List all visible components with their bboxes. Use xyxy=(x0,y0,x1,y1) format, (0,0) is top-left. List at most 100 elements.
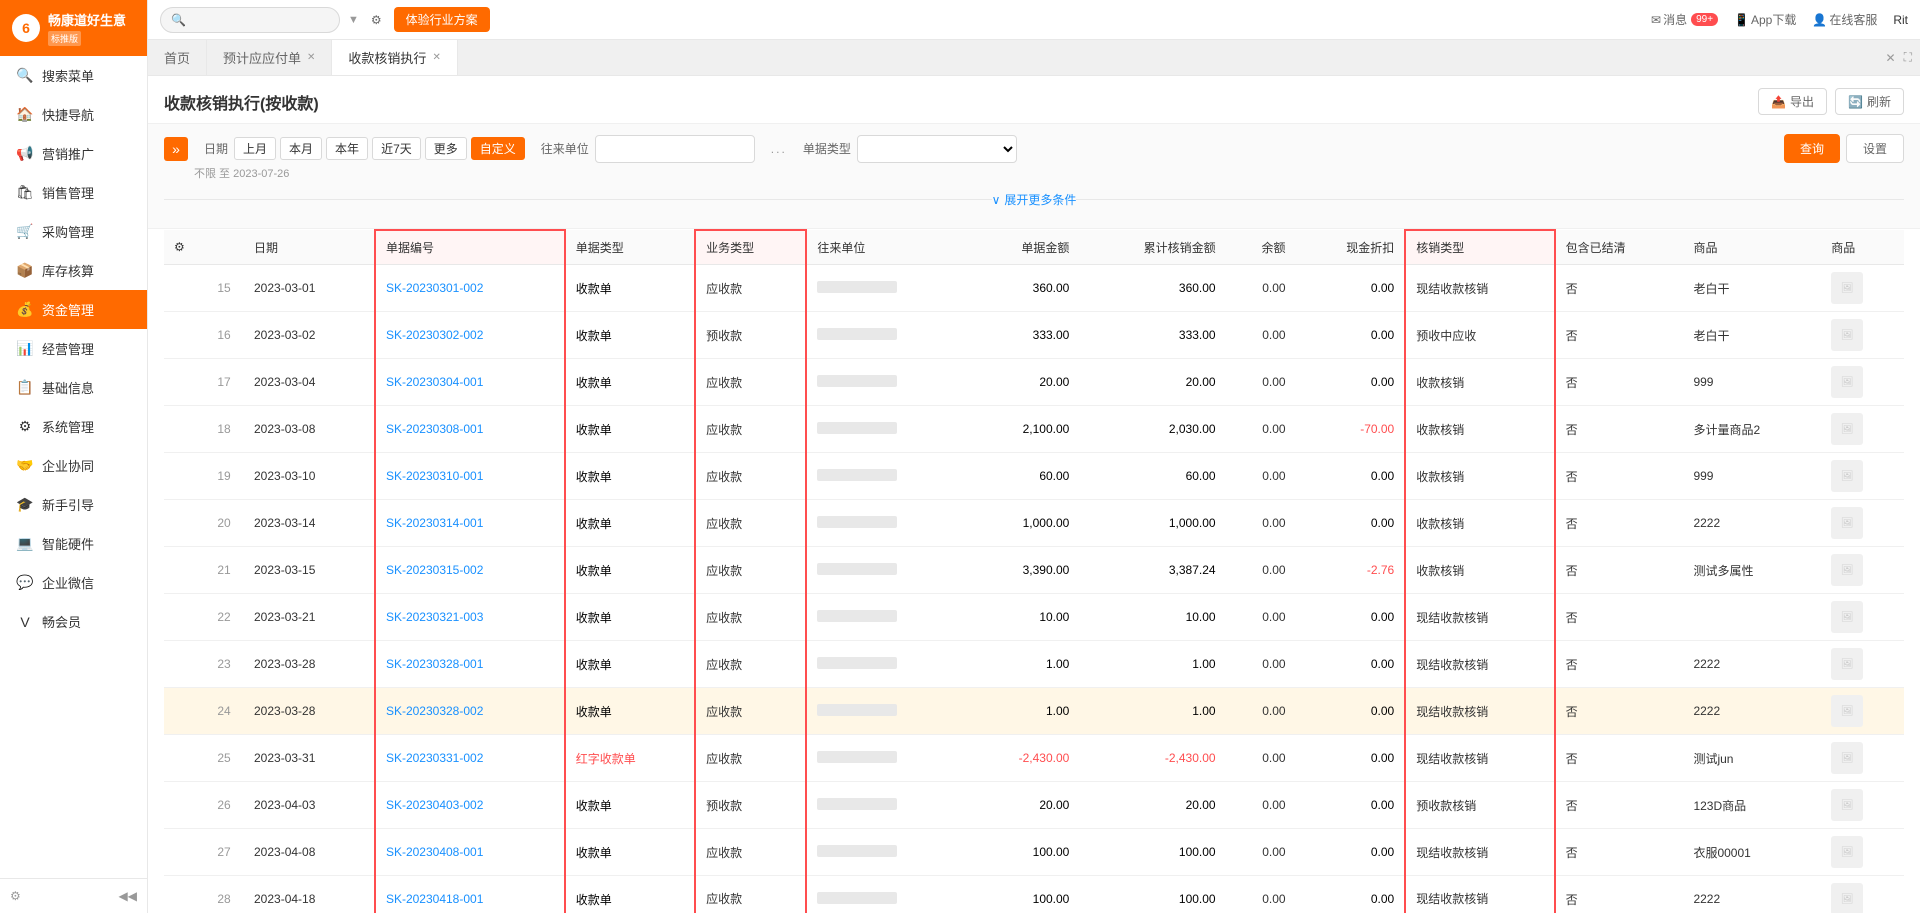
sidebar-item-search[interactable]: 🔍 搜索菜单 xyxy=(0,56,147,95)
cell-cash-discount: 0.00 xyxy=(1296,453,1406,500)
th-setting[interactable]: ⚙ xyxy=(164,230,204,265)
date-more-btn[interactable]: 更多 xyxy=(425,137,467,160)
goods-thumbnail: 🖼 xyxy=(1831,883,1863,913)
voucher-no-link[interactable]: SK-20230302-002 xyxy=(386,328,483,342)
sidebar-item-marketing[interactable]: 📢 营销推广 xyxy=(0,134,147,173)
cell-biz-type: 应收款 xyxy=(695,500,806,547)
cell-partner xyxy=(806,500,967,547)
sidebar-item-basic[interactable]: 📋 基础信息 xyxy=(0,368,147,407)
sidebar-item-sales[interactable]: 🛍 销售管理 xyxy=(0,173,147,212)
cell-voucher-type: 收款单 xyxy=(565,594,695,641)
cell-accum: 10.00 xyxy=(1079,594,1225,641)
voucher-no-link[interactable]: SK-20230331-002 xyxy=(386,751,483,765)
voucher-no-link[interactable]: SK-20230310-001 xyxy=(386,469,483,483)
date-7days-btn[interactable]: 近7天 xyxy=(372,137,421,160)
tab-collection[interactable]: 收款核销执行 ✕ xyxy=(332,40,457,75)
tab-prepay[interactable]: 预计应应付单 ✕ xyxy=(207,40,332,75)
cell-goods: 2222 xyxy=(1683,688,1821,735)
voucher-no-link[interactable]: SK-20230418-001 xyxy=(386,892,483,906)
topbar-gear-icon[interactable]: ⚙ xyxy=(367,9,386,31)
date-this-year-btn[interactable]: 本年 xyxy=(326,137,368,160)
cell-biz-type: 应收款 xyxy=(695,547,806,594)
sidebar-item-system[interactable]: ⚙ 系统管理 xyxy=(0,407,147,446)
cell-cash-discount: -70.00 xyxy=(1296,406,1406,453)
cell-amount: 100.00 xyxy=(967,876,1079,913)
voucher-no-link[interactable]: SK-20230408-001 xyxy=(386,845,483,859)
sidebar-item-operation[interactable]: 📊 经营管理 xyxy=(0,329,147,368)
cell-rownum-val: 22 xyxy=(204,594,244,641)
cell-goods: 2222 xyxy=(1683,641,1821,688)
sidebar-item-hardware[interactable]: 💻 智能硬件 xyxy=(0,524,147,563)
industry-btn[interactable]: 体验行业方案 xyxy=(394,7,490,32)
filter-toggle-btn[interactable]: » xyxy=(164,137,188,161)
message-btn[interactable]: ✉ 消息 99+ xyxy=(1651,11,1718,28)
sidebar-item-enterprise[interactable]: 🤝 企业协同 xyxy=(0,446,147,485)
tab-close-all-icon[interactable]: ✕ xyxy=(1886,51,1896,65)
voucher-no-link[interactable]: SK-20230314-001 xyxy=(386,516,483,530)
voucher-type-select[interactable] xyxy=(857,135,1017,163)
voucher-no-link[interactable]: SK-20230328-001 xyxy=(386,657,483,671)
date-last-month-btn[interactable]: 上月 xyxy=(234,137,276,160)
cell-balance: 0.00 xyxy=(1226,782,1296,829)
tab-prepay-close-icon[interactable]: ✕ xyxy=(307,52,315,63)
tab-home[interactable]: 首页 xyxy=(148,40,207,75)
cell-rownum-val: 21 xyxy=(204,547,244,594)
cell-rownum xyxy=(164,453,204,500)
export-btn[interactable]: 📤 导出 xyxy=(1758,88,1827,115)
goods-thumbnail: 🖼 xyxy=(1831,601,1863,633)
app-download-btn[interactable]: 📱 App下载 xyxy=(1734,11,1796,28)
sidebar-item-finance[interactable]: 💰 资金管理 xyxy=(0,290,147,329)
cell-date: 2023-04-18 xyxy=(244,876,375,913)
sidebar-item-inventory[interactable]: 📦 库存核算 xyxy=(0,251,147,290)
voucher-no-link[interactable]: SK-20230315-002 xyxy=(386,563,483,577)
sidebar-item-purchase[interactable]: 🛒 采购管理 xyxy=(0,212,147,251)
sidebar-item-guide[interactable]: 🎓 新手引导 xyxy=(0,485,147,524)
table-row: 212023-03-15SK-20230315-002收款单应收款3,390.0… xyxy=(164,547,1904,594)
partner-input[interactable] xyxy=(595,135,755,163)
date-this-month-btn[interactable]: 本月 xyxy=(280,137,322,160)
voucher-no-link[interactable]: SK-20230403-002 xyxy=(386,798,483,812)
username-display[interactable]: Rit xyxy=(1893,13,1908,27)
sidebar-item-member[interactable]: V 畅会员 xyxy=(0,602,147,641)
cell-partner xyxy=(806,876,967,913)
tab-collection-close-icon[interactable]: ✕ xyxy=(432,52,440,63)
cell-goods-img: 🖼 xyxy=(1821,500,1904,547)
cell-goods-img: 🖼 xyxy=(1821,594,1904,641)
online-service-btn[interactable]: 👤 在线客服 xyxy=(1812,11,1877,28)
voucher-no-link[interactable]: SK-20230328-002 xyxy=(386,704,483,718)
sidebar-item-shortcut[interactable]: 🏠 快捷导航 xyxy=(0,95,147,134)
collapse-icon[interactable]: ◀◀ xyxy=(119,889,137,903)
sidebar: 6 畅康道好生意 标推版 🔍 搜索菜单 🏠 快捷导航 📢 营销推广 🛍 销售管理… xyxy=(0,0,148,913)
filter-date-buttons: 上月 本月 本年 近7天 更多 自定义 xyxy=(234,137,525,160)
th-date: 日期 xyxy=(244,230,375,265)
voucher-no-link[interactable]: SK-20230308-001 xyxy=(386,422,483,436)
cell-biz-type: 应收款 xyxy=(695,406,806,453)
cell-voucher-type: 收款单 xyxy=(565,359,695,406)
th-cash-discount: 现金折扣 xyxy=(1296,230,1406,265)
cell-goods-img: 🖼 xyxy=(1821,547,1904,594)
th-partner: 往来单位 xyxy=(806,230,967,265)
cell-goods: 999 xyxy=(1683,453,1821,500)
voucher-no-link[interactable]: SK-20230321-003 xyxy=(386,610,483,624)
expand-more-btn[interactable]: ∨ 展开更多条件 xyxy=(992,187,1077,212)
cell-cash-discount: 0.00 xyxy=(1296,594,1406,641)
tab-expand-icon[interactable]: ⛶ xyxy=(1904,50,1912,65)
filter-setting-btn[interactable]: 设置 xyxy=(1846,134,1904,163)
date-custom-btn[interactable]: 自定义 xyxy=(471,137,525,160)
query-btn[interactable]: 查询 xyxy=(1784,134,1840,163)
page-title: 收款核销执行(按收款) xyxy=(164,90,319,114)
refresh-btn[interactable]: 🔄 刷新 xyxy=(1835,88,1904,115)
home-icon: 🏠 xyxy=(16,106,34,124)
cell-date: 2023-03-21 xyxy=(244,594,375,641)
voucher-no-link[interactable]: SK-20230301-002 xyxy=(386,281,483,295)
topbar-dropdown[interactable]: ▼ xyxy=(348,14,359,26)
logo-text: 畅康道好生意 标推版 xyxy=(48,10,126,46)
goods-thumbnail: 🖼 xyxy=(1831,413,1863,445)
settings-icon[interactable]: ⚙ xyxy=(10,889,21,903)
sidebar-item-wechat[interactable]: 💬 企业微信 xyxy=(0,563,147,602)
cell-cash-discount: 0.00 xyxy=(1296,359,1406,406)
voucher-no-link[interactable]: SK-20230304-001 xyxy=(386,375,483,389)
goods-thumbnail: 🖼 xyxy=(1831,319,1863,351)
guide-icon: 🎓 xyxy=(16,496,34,514)
expand-more-row: ∨ 展开更多条件 xyxy=(164,187,1904,212)
